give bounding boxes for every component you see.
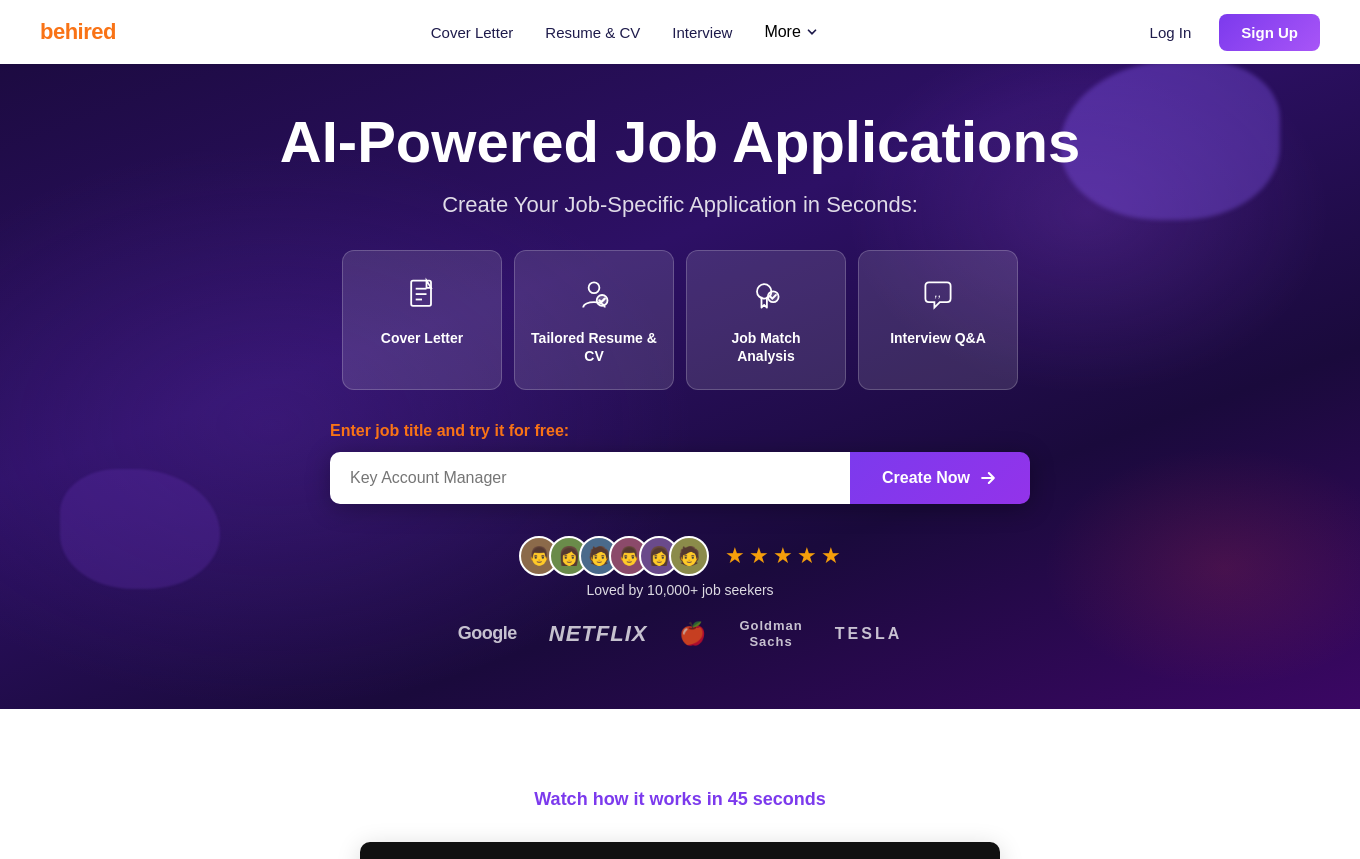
tesla-logo: TESLA [835,625,902,643]
signup-button[interactable]: Sign Up [1219,14,1320,51]
video-player[interactable]: behired Introduction to Behired - How to… [360,842,1000,859]
feature-card-interview-qa[interactable]: ,, Interview Q&A [858,250,1018,390]
input-label-suffix: : [564,422,569,439]
chevron-down-icon [805,25,819,39]
document-icon [402,275,442,315]
job-title-input[interactable] [330,452,850,504]
logo[interactable]: behired [40,19,116,45]
create-btn-label: Create Now [882,469,970,487]
apple-logo: 🍎 [679,621,707,647]
nav-links: Cover Letter Resume & CV Interview More [431,23,819,41]
job-input-wrapper: Create Now [330,452,1030,504]
watch-link[interactable]: Watch how it works in 45 seconds [534,789,825,810]
svg-point-4 [589,282,600,293]
hero-section: AI-Powered Job Applications Create Your … [0,0,1360,709]
star-3: ★ [773,543,793,569]
netflix-logo: NETFLIX [549,621,648,647]
star-2: ★ [749,543,769,569]
feature-label-job-match: Job Match Analysis [703,329,829,365]
avatar-6: 🧑 [669,536,709,576]
star-5: ★ [821,543,841,569]
company-logos: Google NETFLIX 🍎 GoldmanSachs TESLA [458,618,902,649]
hero-title: AI-Powered Job Applications [280,110,1080,174]
feature-label-cover-letter: Cover Letter [381,329,463,347]
arrow-right-icon [978,468,998,488]
resume-icon [574,275,614,315]
nav-actions: Log In Sign Up [1134,14,1320,51]
avatar-row: 👨 👩 🧑 👨 👩 🧑 [519,536,709,576]
goldman-logo: GoldmanSachs [739,618,802,649]
match-icon [746,275,786,315]
star-4: ★ [797,543,817,569]
nav-link-interview[interactable]: Interview [672,24,732,41]
login-button[interactable]: Log In [1134,16,1208,49]
svg-text:,,: ,, [935,286,942,300]
feature-label-interview-qa: Interview Q&A [890,329,986,347]
social-proof-text: Loved by 10,000+ job seekers [586,582,773,598]
feature-card-job-match[interactable]: Job Match Analysis [686,250,846,390]
feature-cards: Cover Letter Tailored Resume & CV [342,250,1018,390]
chat-icon: ,, [918,275,958,315]
input-label-prefix: Enter job title and [330,422,470,439]
navbar: behired Cover Letter Resume & CV Intervi… [0,0,1360,64]
feature-card-tailored-resume[interactable]: Tailored Resume & CV [514,250,674,390]
star-1: ★ [725,543,745,569]
create-now-button[interactable]: Create Now [850,452,1030,504]
feature-label-resume: Tailored Resume & CV [531,329,657,365]
nav-link-cover-letter[interactable]: Cover Letter [431,24,514,41]
job-input-label: Enter job title and try it for free: [330,422,1030,440]
nav-link-more[interactable]: More [764,23,818,41]
hero-blob-decoration [1060,60,1280,220]
hero-subtitle: Create Your Job-Specific Application in … [442,192,918,218]
job-input-section: Enter job title and try it for free: Cre… [330,422,1030,504]
logo-text: behired [40,19,116,44]
nav-link-resume[interactable]: Resume & CV [545,24,640,41]
hero-blob2-decoration [60,469,220,589]
stars-row: ★ ★ ★ ★ ★ [725,543,841,569]
input-label-link: try it for free [470,422,564,439]
below-fold-section: Watch how it works in 45 seconds behired… [0,709,1360,859]
social-proof: 👨 👩 🧑 👨 👩 🧑 ★ ★ [519,536,841,598]
google-logo: Google [458,623,517,644]
feature-card-cover-letter[interactable]: Cover Letter [342,250,502,390]
nav-more-label: More [764,23,800,41]
